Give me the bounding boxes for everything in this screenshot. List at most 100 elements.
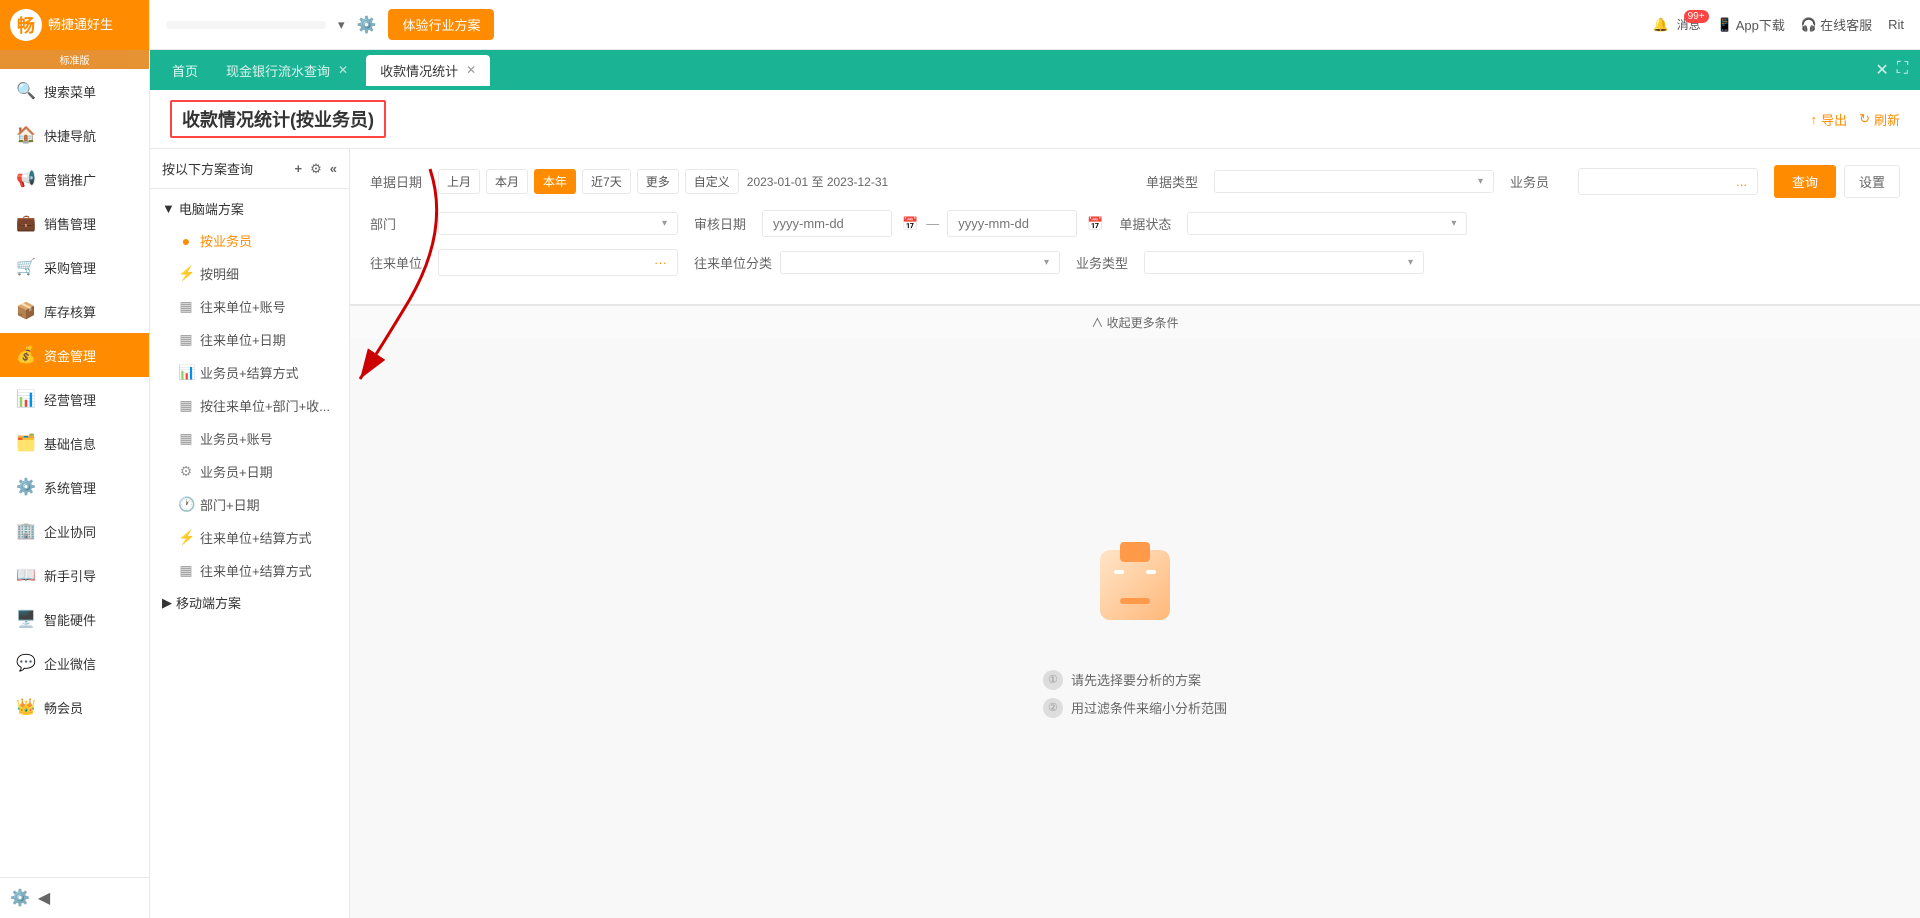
detail-scheme-label: 按明细 [200,264,239,283]
scheme-group-desktop-header[interactable]: ▼ 电脑端方案 [150,193,349,224]
sidebar-logo: 畅 畅捷通好生 [0,0,149,50]
filter-partner-category-select[interactable]: ▾ [780,251,1060,274]
filter-salesperson-input[interactable]: ... [1578,168,1758,195]
partner-date-icon: ▦ [178,331,194,348]
calendar-to-icon[interactable]: 📅 [1087,216,1103,232]
tab-expand-btn[interactable]: ⛶ [1897,60,1908,80]
scheme-item-partner-settle1[interactable]: ⚡ 往来单位+结算方式 [150,521,349,554]
set-btn[interactable]: 设置 [1844,165,1900,198]
trial-btn[interactable]: 体验行业方案 [388,9,494,40]
notification-area[interactable]: 🔔 99+ 消息 [1653,16,1701,33]
user-avatar[interactable]: Rit [1888,17,1904,32]
scheme-item-partner-date[interactable]: ▦ 往来单位+日期 [150,323,349,356]
scheme-item-salesperson-settle[interactable]: 📊 业务员+结算方式 [150,356,349,389]
topbar-settings-icon[interactable]: ⚙️ [357,15,377,35]
tab-home[interactable]: 首页 [162,55,208,86]
mobile-group-label: 移动端方案 [176,593,241,612]
collapse-panel-icon[interactable]: « [330,161,337,176]
logo-text: 畅捷通好生 [48,17,113,34]
tab-collection-stats[interactable]: 收款情况统计 ✕ [366,55,490,86]
doctype-chevron-icon: ▾ [1478,176,1483,187]
salesperson-settle-label: 业务员+结算方式 [200,363,299,382]
query-btn[interactable]: 查询 [1774,165,1836,198]
sidebar-item-enterprise[interactable]: 🏢 企业协同 [0,509,149,553]
step1-num: ① [1043,670,1063,690]
filter-docstatus-item: 单据状态 ▾ [1119,212,1467,235]
export-label: 导出 [1821,110,1847,129]
filter-salesperson-item: 业务员 ... [1510,168,1758,195]
bank-flow-tab-close[interactable]: ✕ [338,63,348,77]
sidebar-item-quick-nav[interactable]: 🏠 快捷导航 [0,113,149,157]
left-panel: 按以下方案查询 + ⚙ « ▼ 电脑端方案 [150,149,350,918]
date-btn-last-month[interactable]: 上月 [438,169,480,194]
filter-business-type-label: 业务类型 [1076,253,1136,272]
scheme-item-dept-date[interactable]: 🕐 部门+日期 [150,488,349,521]
sidebar-item-sales[interactable]: 💼 销售管理 [0,201,149,245]
home-tab-label: 首页 [172,61,198,80]
sidebar-item-finance[interactable]: 💰 资金管理 [0,333,149,377]
date-btn-this-year[interactable]: 本年 [534,169,576,194]
filter-business-type-select[interactable]: ▾ [1144,251,1424,274]
filter-doctype-item: 单据类型 ▾ [1146,170,1494,193]
filter-dept-select[interactable]: ▾ [438,212,678,235]
online-service-label: 在线客服 [1820,15,1872,34]
sidebar-bottom: ⚙️ ◀ [0,877,149,918]
bottom-collapse-icon[interactable]: ◀ [38,888,50,908]
sidebar-item-purchase[interactable]: 🛒 采购管理 [0,245,149,289]
step2-num: ② [1043,698,1063,718]
filter-review-date-to[interactable] [947,210,1077,237]
topbar-search-area [166,21,326,29]
bottom-settings-icon[interactable]: ⚙️ [10,888,30,908]
date-btn-this-month[interactable]: 本月 [486,169,528,194]
tabbar-right-actions: ✕ ⛶ [1875,60,1908,80]
date-btn-7days[interactable]: 近7天 [582,169,631,194]
sidebar-item-operations[interactable]: 📊 经营管理 [0,377,149,421]
sidebar-item-marketing[interactable]: 📢 营销推广 [0,157,149,201]
filter-doctype-select[interactable]: ▾ [1214,170,1494,193]
scheme-item-salesperson-account[interactable]: ▦ 业务员+账号 [150,422,349,455]
collection-stats-tab-close[interactable]: ✕ [466,63,476,77]
partner-account-icon: ▦ [178,298,194,315]
sidebar-item-hardware[interactable]: 🖥️ 智能硬件 [0,597,149,641]
scheme-item-partner-dept-collect[interactable]: ▦ 按往来单位+部门+收... [150,389,349,422]
sales-icon: 💼 [16,213,36,233]
filter-date-group: 上月 本月 本年 近7天 更多 自定义 [438,169,739,194]
group-desktop-label: 电脑端方案 [179,199,244,218]
topbar-dropdown-icon[interactable]: ▾ [338,17,345,33]
calendar-from-icon[interactable]: 📅 [902,216,918,232]
app-download[interactable]: 📱 App下载 [1717,15,1785,34]
filter-partner-label: 往来单位 [370,253,430,272]
left-panel-title: 按以下方案查询 [162,159,253,178]
sidebar-item-search[interactable]: 🔍 搜索菜单 [0,69,149,113]
sidebar-item-guide[interactable]: 📖 新手引导 [0,553,149,597]
sidebar-item-wechat[interactable]: 💬 企业微信 [0,641,149,685]
sidebar-item-inventory[interactable]: 📦 库存核算 [0,289,149,333]
scheme-item-partner-account[interactable]: ▦ 往来单位+账号 [150,290,349,323]
scheme-item-partner-settle2[interactable]: ▦ 往来单位+结算方式 [150,554,349,587]
tab-close-all-btn[interactable]: ✕ [1875,60,1888,80]
collapse-bar[interactable]: ∧ 收起更多条件 [350,305,1920,339]
scheme-item-by-detail[interactable]: ⚡ 按明细 [150,257,349,290]
salesperson-more-icon[interactable]: ... [1736,174,1747,189]
filter-partner-input[interactable]: ··· [438,249,678,276]
sidebar-item-member[interactable]: 👑 畅会员 [0,685,149,729]
add-scheme-icon[interactable]: + [295,161,303,176]
topbar: ▾ ⚙️ 体验行业方案 🔔 99+ 消息 📱 App下载 🎧 在线客服 Rit [150,0,1920,50]
online-service[interactable]: 🎧 在线客服 [1801,15,1872,34]
tab-bank-flow[interactable]: 现金银行流水查询 ✕ [212,55,362,86]
left-panel-header: 按以下方案查询 + ⚙ « [150,149,349,189]
scheme-settings-icon[interactable]: ⚙ [310,161,322,177]
scheme-item-by-salesperson[interactable]: ● 按业务员 [150,224,349,257]
logo-icon: 畅 [10,9,42,41]
filter-docstatus-select[interactable]: ▾ [1187,212,1467,235]
sidebar-item-basic[interactable]: 🗂️ 基础信息 [0,421,149,465]
sidebar-item-system[interactable]: ⚙️ 系统管理 [0,465,149,509]
export-btn[interactable]: ↑ 导出 [1811,110,1848,129]
refresh-btn[interactable]: ↻ 刷新 [1859,110,1900,129]
partner-more-icon[interactable]: ··· [654,255,667,270]
date-btn-custom[interactable]: 自定义 [685,169,739,194]
filter-review-date-from[interactable] [762,210,892,237]
scheme-group-mobile-header[interactable]: ▶ 移动端方案 [150,587,349,618]
date-btn-more[interactable]: 更多 [637,169,679,194]
scheme-item-salesperson-date[interactable]: ⚙ 业务员+日期 [150,455,349,488]
